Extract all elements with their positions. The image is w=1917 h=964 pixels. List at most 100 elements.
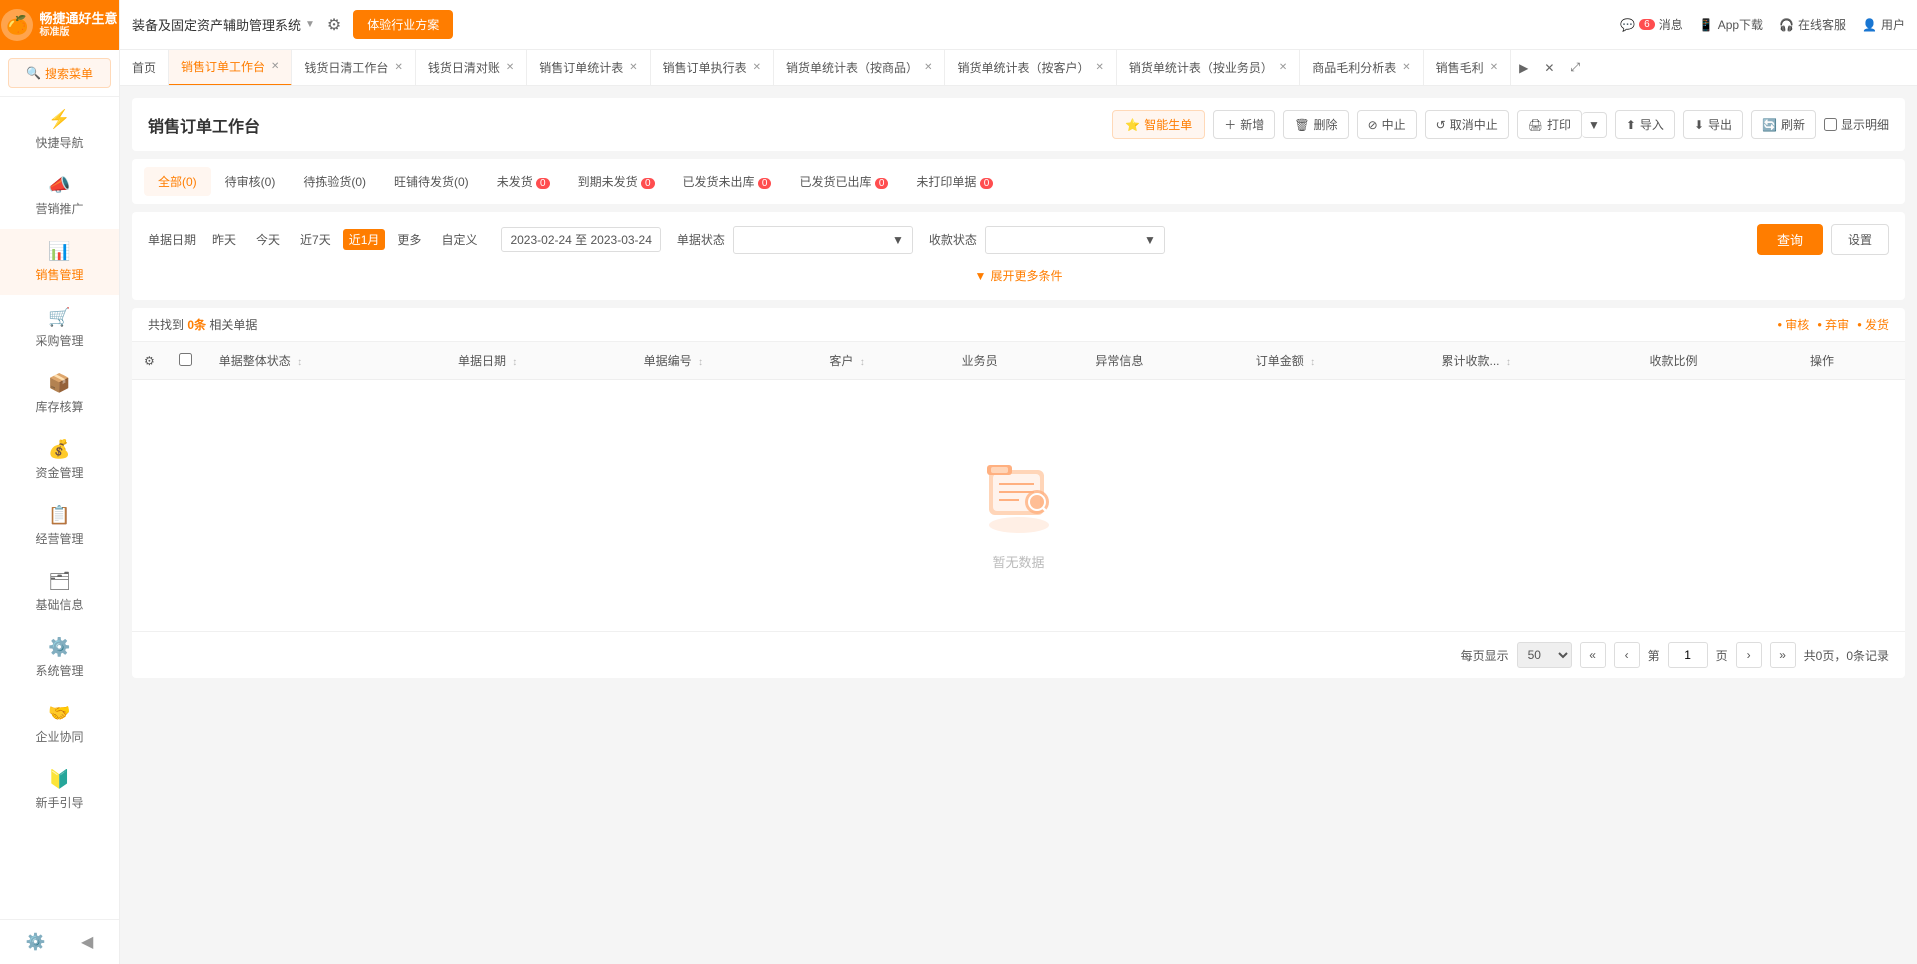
filter-tab-unprinted[interactable]: 未打印单据 0 bbox=[902, 167, 1007, 196]
tab-daily-clear[interactable]: 钱货日清工作台 ✕ bbox=[292, 50, 415, 86]
tab-sales-stats-salesperson[interactable]: 销货单统计表（按业务员） ✕ bbox=[1117, 50, 1300, 86]
tab-order-exec-close[interactable]: ✕ bbox=[753, 62, 761, 73]
tab-sales-workbench[interactable]: 销售订单工作台 ✕ bbox=[169, 50, 292, 86]
tabs-close-all-btn[interactable]: ✕ bbox=[1536, 50, 1562, 86]
filter-tab-shipped-out[interactable]: 已发货已出库 0 bbox=[785, 167, 902, 196]
sidebar-item-quick-nav[interactable]: ⚡ 快捷导航 bbox=[0, 97, 119, 163]
filter-tab-wangpu-ship[interactable]: 旺铺待发货(0) bbox=[380, 167, 483, 196]
tab-sales-workbench-close[interactable]: ✕ bbox=[271, 61, 279, 72]
user-name: 用户 bbox=[1881, 16, 1905, 33]
filter-tab-unshipped[interactable]: 未发货 0 bbox=[483, 167, 564, 196]
show-detail-checkbox[interactable] bbox=[1824, 118, 1837, 131]
sidebar-item-basic-info[interactable]: 🗂 基础信息 bbox=[0, 559, 119, 625]
print-btn[interactable]: 🖨 打印 bbox=[1517, 110, 1582, 139]
date-option-today[interactable]: 今天 bbox=[248, 228, 288, 251]
export-btn[interactable]: ⬇ 导出 bbox=[1683, 110, 1743, 139]
app-download-item[interactable]: 📱 App下载 bbox=[1699, 16, 1763, 33]
sidebar-item-operations[interactable]: 📋 经营管理 bbox=[0, 493, 119, 559]
query-btn[interactable]: 查询 bbox=[1757, 224, 1823, 255]
sidebar-item-sales[interactable]: 📊 销售管理 bbox=[0, 229, 119, 295]
sidebar-item-inventory[interactable]: 📦 库存核算 bbox=[0, 361, 119, 427]
payment-select[interactable]: ▼ bbox=[985, 226, 1165, 254]
date-option-1month[interactable]: 近1月 bbox=[343, 229, 386, 250]
tab-margin-analysis[interactable]: 商品毛利分析表 ✕ bbox=[1300, 50, 1423, 86]
refresh-btn[interactable]: 🔄 刷新 bbox=[1751, 110, 1816, 139]
tab-order-exec[interactable]: 销售订单执行表 ✕ bbox=[651, 50, 774, 86]
delete-btn[interactable]: 🗑 删除 bbox=[1283, 110, 1348, 139]
status-select[interactable]: ▼ bbox=[733, 226, 913, 254]
ship-action-btn[interactable]: 发货 bbox=[1857, 316, 1889, 333]
experience-btn[interactable]: 体验行业方案 bbox=[353, 10, 453, 39]
col-checkbox[interactable] bbox=[167, 342, 207, 380]
show-detail-label[interactable]: 显示明细 bbox=[1824, 116, 1889, 133]
stop-btn[interactable]: ⊘ 中止 bbox=[1357, 110, 1417, 139]
sidebar-item-finance[interactable]: 💰 资金管理 bbox=[0, 427, 119, 493]
expand-more-btn[interactable]: ▼ 展开更多条件 bbox=[148, 263, 1889, 288]
system-title-dropdown[interactable]: 装备及固定资产辅助管理系统 ▼ bbox=[132, 15, 315, 34]
count-value: 0条 bbox=[187, 318, 206, 332]
sidebar-item-system[interactable]: ⚙️ 系统管理 bbox=[0, 625, 119, 691]
review-action-btn[interactable]: 审核 bbox=[1777, 316, 1809, 333]
add-btn[interactable]: ＋ 新增 bbox=[1213, 110, 1275, 139]
tab-sales-margin-label: 销售毛利 bbox=[1436, 59, 1484, 76]
tab-sales-stats-product[interactable]: 销货单统计表（按商品） ✕ bbox=[774, 50, 945, 86]
filter-tab-all[interactable]: 全部(0) bbox=[144, 167, 211, 196]
import-btn[interactable]: ⬆ 导入 bbox=[1615, 110, 1675, 139]
tab-sales-stats-customer[interactable]: 销货单统计表（按客户） ✕ bbox=[945, 50, 1116, 86]
col-number[interactable]: 单据编号 ↕ bbox=[632, 342, 818, 380]
header-settings-icon[interactable]: ⚙ bbox=[327, 15, 341, 35]
tab-home[interactable]: 首页 bbox=[120, 50, 169, 86]
date-option-more[interactable]: 更多 bbox=[389, 228, 429, 251]
cancel-review-action-btn[interactable]: 弃审 bbox=[1817, 316, 1849, 333]
tabs-scroll-right-btn[interactable]: ▶ bbox=[1511, 50, 1536, 86]
page-input[interactable] bbox=[1668, 642, 1708, 668]
col-amount[interactable]: 订单金额 ↕ bbox=[1244, 342, 1430, 380]
user-item[interactable]: 👤 用户 bbox=[1862, 16, 1905, 33]
online-service-item[interactable]: 🎧 在线客服 bbox=[1779, 16, 1846, 33]
prev-page-btn[interactable]: ‹ bbox=[1614, 642, 1640, 668]
tab-sales-stats-product-close[interactable]: ✕ bbox=[924, 62, 932, 73]
col-date[interactable]: 单据日期 ↕ bbox=[446, 342, 632, 380]
date-option-custom[interactable]: 自定义 bbox=[433, 228, 485, 251]
print-dropdown-btn[interactable]: ▼ bbox=[1582, 112, 1607, 138]
settings-bottom-icon[interactable]: ⚙️ bbox=[26, 932, 46, 952]
filter-tab-pending-pick[interactable]: 待拣验货(0) bbox=[289, 167, 380, 196]
col-status[interactable]: 单据整体状态 ↕ bbox=[207, 342, 446, 380]
tab-order-stats-close[interactable]: ✕ bbox=[629, 62, 637, 73]
tab-sales-stats-salesperson-close[interactable]: ✕ bbox=[1279, 62, 1287, 73]
date-option-7days[interactable]: 近7天 bbox=[292, 228, 339, 251]
message-item[interactable]: 💬 6 消息 bbox=[1620, 16, 1683, 33]
tabs-maximize-btn[interactable]: ⤢ bbox=[1562, 50, 1588, 86]
date-range-display[interactable]: 2023-02-24 至 2023-03-24 bbox=[501, 227, 660, 252]
col-settings[interactable]: ⚙ bbox=[132, 342, 167, 380]
col-customer[interactable]: 客户 ↕ bbox=[817, 342, 949, 380]
select-all-checkbox[interactable] bbox=[179, 353, 192, 366]
tab-reconciliation-close[interactable]: ✕ bbox=[506, 62, 514, 73]
tab-reconciliation[interactable]: 钱货日清对账 ✕ bbox=[416, 50, 527, 86]
filter-tab-overdue-ship[interactable]: 到期未发货 0 bbox=[564, 167, 669, 196]
tab-margin-analysis-close[interactable]: ✕ bbox=[1402, 62, 1410, 73]
cancel-stop-btn[interactable]: ↺ 取消中止 bbox=[1425, 110, 1509, 139]
date-option-yesterday[interactable]: 昨天 bbox=[204, 228, 244, 251]
sidebar-item-guide[interactable]: 🔰 新手引导 bbox=[0, 757, 119, 823]
page-size-select[interactable]: 10 20 50 100 bbox=[1517, 642, 1572, 668]
export-btn-label: 导出 bbox=[1708, 116, 1732, 133]
tab-sales-margin-close[interactable]: ✕ bbox=[1490, 62, 1498, 73]
tab-sales-stats-customer-close[interactable]: ✕ bbox=[1095, 62, 1103, 73]
next-page-btn[interactable]: › bbox=[1736, 642, 1762, 668]
tab-sales-margin[interactable]: 销售毛利 ✕ bbox=[1424, 50, 1511, 86]
last-page-btn[interactable]: » bbox=[1770, 642, 1796, 668]
filter-tab-shipped-not-out[interactable]: 已发货未出库 0 bbox=[669, 167, 786, 196]
sidebar-item-marketing[interactable]: 📣 营销推广 bbox=[0, 163, 119, 229]
filter-tab-pending-review[interactable]: 待审核(0) bbox=[211, 167, 290, 196]
tab-daily-clear-close[interactable]: ✕ bbox=[394, 62, 402, 73]
collapse-sidebar-icon[interactable]: ◀ bbox=[81, 932, 93, 952]
col-collected[interactable]: 累计收款... ↕ bbox=[1429, 342, 1637, 380]
tab-order-stats[interactable]: 销售订单统计表 ✕ bbox=[527, 50, 650, 86]
first-page-btn[interactable]: « bbox=[1580, 642, 1606, 668]
search-menu-button[interactable]: 🔍 搜索菜单 bbox=[8, 58, 111, 88]
smart-btn[interactable]: ⭐ 智能生单 bbox=[1112, 110, 1205, 139]
sidebar-item-purchase[interactable]: 🛒 采购管理 bbox=[0, 295, 119, 361]
sidebar-item-enterprise[interactable]: 🤝 企业协同 bbox=[0, 691, 119, 757]
set-btn[interactable]: 设置 bbox=[1831, 224, 1889, 255]
